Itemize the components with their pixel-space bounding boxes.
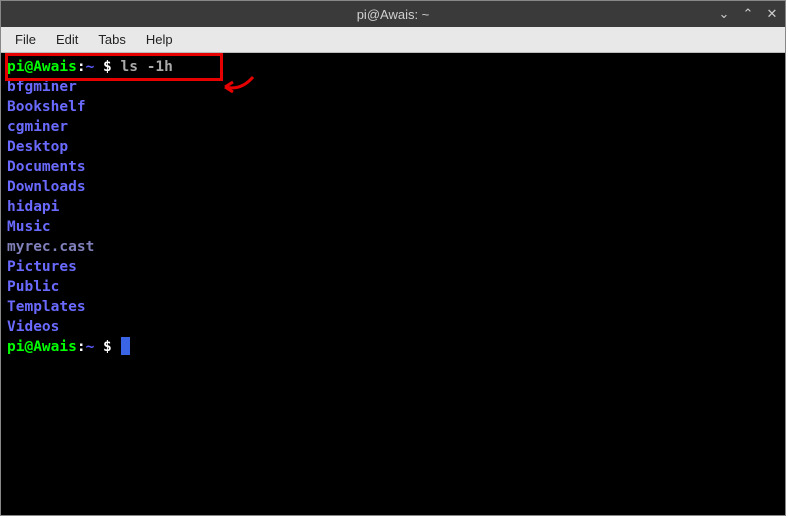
titlebar: pi@Awais: ~ ⌄ ⌃ ✕	[1, 1, 785, 27]
listing-entry: Desktop	[7, 137, 779, 157]
listing-entry: Downloads	[7, 177, 779, 197]
window-controls: ⌄ ⌃ ✕	[717, 1, 779, 27]
annotation-highlight-box	[5, 53, 223, 81]
listing-entry: Music	[7, 217, 779, 237]
menu-tabs[interactable]: Tabs	[88, 30, 135, 49]
terminal-window: pi@Awais: ~ ⌄ ⌃ ✕ File Edit Tabs Help pi…	[0, 0, 786, 516]
menubar: File Edit Tabs Help	[1, 27, 785, 53]
terminal-viewport[interactable]: pi@Awais:~ $ ls -1hbfgminerBookshelfcgmi…	[1, 53, 785, 515]
window-title: pi@Awais: ~	[357, 7, 430, 22]
terminal-content: pi@Awais:~ $ ls -1hbfgminerBookshelfcgmi…	[1, 53, 785, 361]
listing-entry: Pictures	[7, 257, 779, 277]
listing-entry: Templates	[7, 297, 779, 317]
listing-entry: cgminer	[7, 117, 779, 137]
listing-entry: Documents	[7, 157, 779, 177]
close-button[interactable]: ✕	[765, 6, 779, 22]
menu-file[interactable]: File	[5, 30, 46, 49]
prompt-user-host: pi@Awais	[7, 339, 77, 355]
minimize-button[interactable]: ⌄	[717, 6, 731, 22]
listing-entry: Videos	[7, 317, 779, 337]
prompt-colon: :	[77, 339, 86, 355]
menu-edit[interactable]: Edit	[46, 30, 88, 49]
terminal-line: pi@Awais:~ $	[7, 337, 779, 357]
listing-entry: Public	[7, 277, 779, 297]
maximize-button[interactable]: ⌃	[741, 6, 755, 22]
listing-entry: myrec.cast	[7, 237, 779, 257]
listing-entry: Bookshelf	[7, 97, 779, 117]
prompt-dollar: $	[94, 339, 120, 355]
listing-entry: hidapi	[7, 197, 779, 217]
prompt-path: ~	[86, 339, 95, 355]
cursor	[121, 337, 130, 355]
menu-help[interactable]: Help	[136, 30, 183, 49]
